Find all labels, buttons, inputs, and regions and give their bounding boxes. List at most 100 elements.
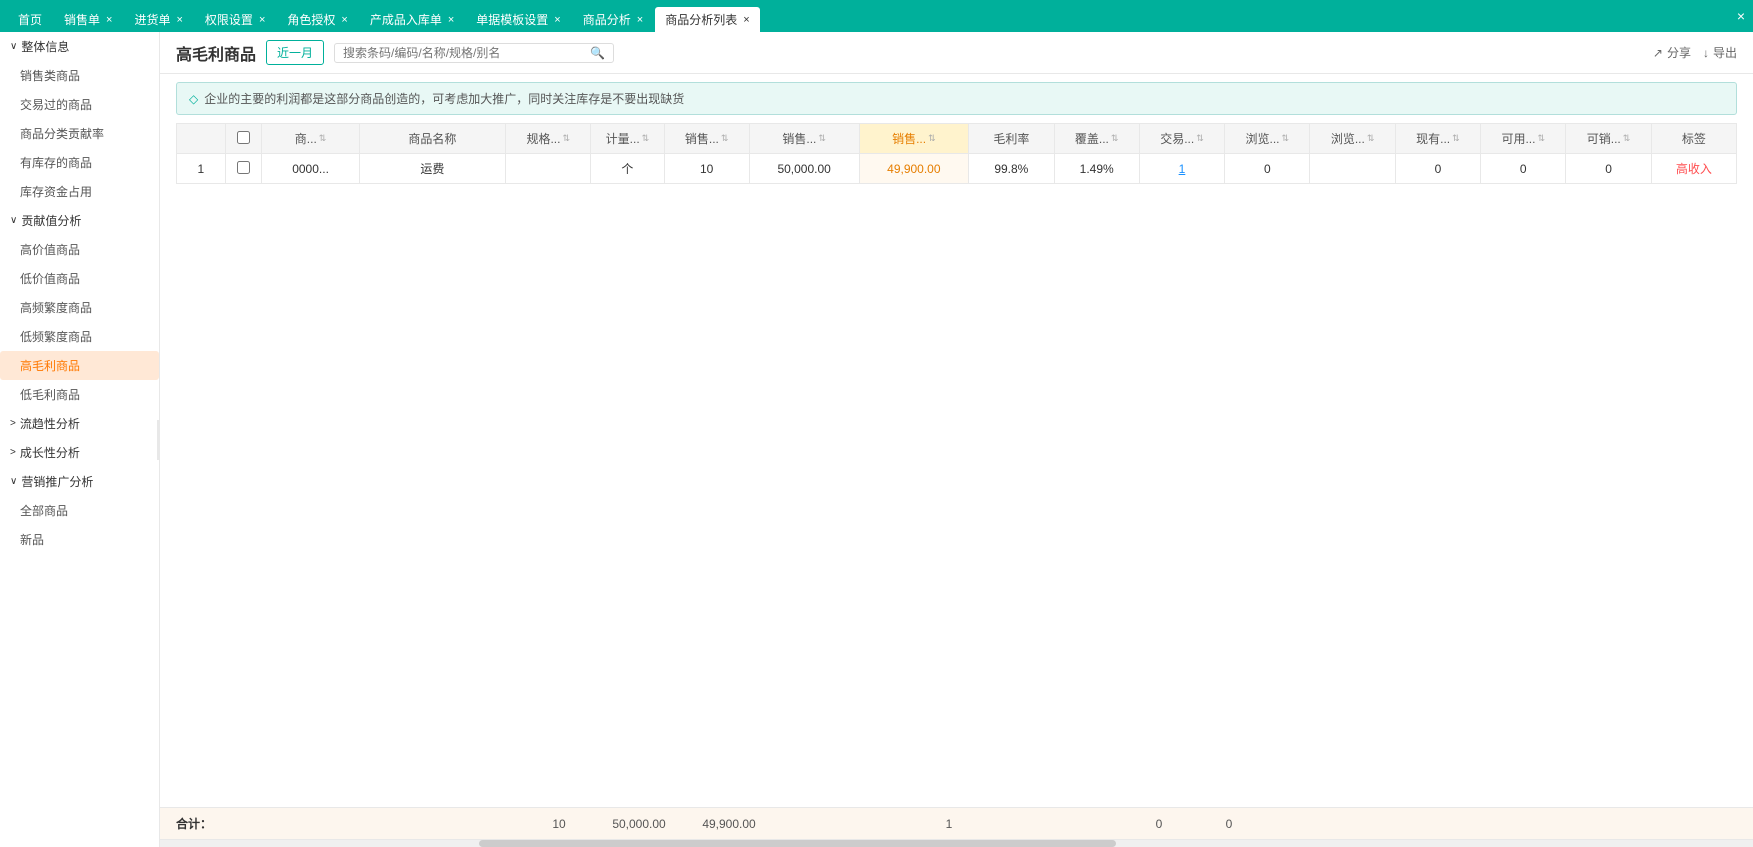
nav-tab-close-role-permissions[interactable]: × xyxy=(341,14,347,26)
col-header-unit[interactable]: 计量...⇅ xyxy=(591,124,664,154)
time-filter-button[interactable]: 近一月 xyxy=(266,40,324,65)
cell-checkbox[interactable] xyxy=(225,154,262,184)
sidebar-item-new-goods[interactable]: 新品 xyxy=(0,525,159,554)
sidebar-group-title-overall-info[interactable]: ∨整体信息 xyxy=(0,32,159,61)
footer-available: 0 xyxy=(1194,817,1264,831)
sidebar-item-goods-contrib-rate[interactable]: 商品分类贡献率 xyxy=(0,119,159,148)
col-header-transactions[interactable]: 交易...⇅ xyxy=(1139,124,1224,154)
footer-gross-margin xyxy=(774,817,844,831)
sidebar-group-title-trend-analysis[interactable]: >流趋性分析 xyxy=(0,409,159,438)
sort-icon-available[interactable]: ⇅ xyxy=(1537,133,1545,144)
top-nav: 首页销售单×进货单×权限设置×角色授权×产成品入库单×单据模板设置×商品分析×商… xyxy=(0,0,1753,32)
nav-tab-role-permissions[interactable]: 角色授权× xyxy=(277,7,357,32)
col-header-gross-margin: 毛利率 xyxy=(969,124,1054,154)
sort-icon-spec[interactable]: ⇅ xyxy=(562,133,570,144)
bottom-scrollbar[interactable] xyxy=(160,839,1753,847)
sidebar-group-label-marketing-analysis: 营销推广分析 xyxy=(21,473,93,490)
sidebar-collapse-btn[interactable]: « xyxy=(157,420,160,460)
nav-tab-close-product-analysis-list[interactable]: × xyxy=(743,14,749,26)
sidebar-item-high-freq-goods[interactable]: 高频繁度商品 xyxy=(0,293,159,322)
sort-icon-transactions[interactable]: ⇅ xyxy=(1196,133,1204,144)
cell-goods-name: 运费 xyxy=(359,154,505,184)
search-icon[interactable]: 🔍 xyxy=(590,46,605,60)
col-header-spec[interactable]: 规格...⇅ xyxy=(506,124,591,154)
sort-icon-unit[interactable]: ⇅ xyxy=(642,133,650,144)
col-header-goods-code[interactable]: 商...⇅ xyxy=(262,124,360,154)
nav-tab-product-import[interactable]: 产成品入库单× xyxy=(360,7,464,32)
sidebar-group-title-growth-analysis[interactable]: >成长性分析 xyxy=(0,438,159,467)
search-input[interactable] xyxy=(343,46,586,60)
nav-tab-close-permission-settings[interactable]: × xyxy=(259,14,265,26)
window-close-btn[interactable]: × xyxy=(1737,8,1745,24)
col-header-sales-qty[interactable]: 销售...⇅ xyxy=(664,124,749,154)
nav-tab-product-analysis-list[interactable]: 商品分析列表× xyxy=(655,7,759,32)
sidebar-item-high-value-goods[interactable]: 高价值商品 xyxy=(0,235,159,264)
nav-tab-product-analysis[interactable]: 商品分析× xyxy=(573,7,653,32)
sidebar-item-inventory-funds[interactable]: 库存资金占用 xyxy=(0,177,159,206)
sidebar-group-overall-info: ∨整体信息销售类商品交易过的商品商品分类贡献率有库存的商品库存资金占用 xyxy=(0,32,159,206)
sort-icon-sales-cost[interactable]: ⇅ xyxy=(928,133,936,144)
sidebar-item-traded-goods[interactable]: 交易过的商品 xyxy=(0,90,159,119)
sidebar-item-low-freq-goods[interactable]: 低频繁度商品 xyxy=(0,322,159,351)
col-header-sales-cost[interactable]: 销售...⇅ xyxy=(859,124,969,154)
cell-spec xyxy=(506,154,591,184)
nav-tab-sales-order[interactable]: 销售单× xyxy=(54,7,122,32)
col-header-available[interactable]: 可用...⇅ xyxy=(1481,124,1566,154)
sort-icon-current-stock[interactable]: ⇅ xyxy=(1452,133,1460,144)
select-all-checkbox[interactable] xyxy=(237,131,250,144)
col-header-browse1[interactable]: 浏览...⇅ xyxy=(1225,124,1310,154)
table-container[interactable]: 商...⇅商品名称规格...⇅计量...⇅销售...⇅销售...⇅销售...⇅毛… xyxy=(160,123,1753,807)
col-header-coverage[interactable]: 覆盖...⇅ xyxy=(1054,124,1139,154)
footer-current-stock: 0 xyxy=(1124,817,1194,831)
col-header-sellable[interactable]: 可销...⇅ xyxy=(1566,124,1651,154)
sidebar-group-arrow-marketing-analysis: ∨ xyxy=(10,476,17,487)
nav-tab-close-product-import[interactable]: × xyxy=(448,14,454,26)
sort-icon-browse2[interactable]: ⇅ xyxy=(1367,133,1375,144)
footer-sales-qty: 10 xyxy=(524,817,594,831)
footer-browse1 xyxy=(984,817,1054,831)
sort-icon-coverage[interactable]: ⇅ xyxy=(1111,133,1119,144)
nav-tab-close-form-template[interactable]: × xyxy=(554,14,560,26)
row-checkbox[interactable] xyxy=(237,161,250,174)
sort-icon-goods-code[interactable]: ⇅ xyxy=(319,133,327,144)
content-area: 高毛利商品 近一月 🔍 ↗ 分享 ↓ 导出 ◇ 企业的主要的利润都是这部分商品创… xyxy=(160,32,1753,847)
nav-tab-import-order[interactable]: 进货单× xyxy=(124,7,192,32)
col-header-tag: 标签 xyxy=(1651,124,1736,154)
sidebar-item-high-margin-goods[interactable]: 高毛利商品 xyxy=(0,351,159,380)
sidebar-group-trend-analysis: >流趋性分析 xyxy=(0,409,159,438)
col-header-current-stock[interactable]: 现有...⇅ xyxy=(1395,124,1480,154)
sort-icon-sales-qty[interactable]: ⇅ xyxy=(721,133,729,144)
sort-icon-browse1[interactable]: ⇅ xyxy=(1282,133,1290,144)
nav-tab-permission-settings[interactable]: 权限设置× xyxy=(195,7,275,32)
nav-tab-close-sales-order[interactable]: × xyxy=(106,14,112,26)
sidebar-item-low-value-goods[interactable]: 低价值商品 xyxy=(0,264,159,293)
sidebar-group-marketing-analysis: ∨ 营销推广分析全部商品新品 xyxy=(0,467,159,554)
nav-tab-form-template[interactable]: 单据模板设置× xyxy=(466,7,570,32)
table-row[interactable]: 10000...运费个1050,000.0049,900.0099.8%1.49… xyxy=(177,154,1737,184)
sidebar-item-low-margin-goods[interactable]: 低毛利商品 xyxy=(0,380,159,409)
sidebar-item-stocked-goods[interactable]: 有库存的商品 xyxy=(0,148,159,177)
nav-tab-home[interactable]: 首页 xyxy=(8,7,52,32)
col-header-browse2[interactable]: 浏览...⇅ xyxy=(1310,124,1395,154)
cell-goods-code: 0000... xyxy=(262,154,360,184)
cell-coverage: 1.49% xyxy=(1054,154,1139,184)
share-button[interactable]: ↗ 分享 xyxy=(1653,44,1691,61)
sort-icon-sales-amount[interactable]: ⇅ xyxy=(818,133,826,144)
cell-transactions[interactable]: 1 xyxy=(1139,154,1224,184)
export-button[interactable]: ↓ 导出 xyxy=(1703,44,1737,61)
sidebar-item-sales-goods[interactable]: 销售类商品 xyxy=(0,61,159,90)
footer-sales-cost: 49,900.00 xyxy=(684,817,774,831)
sidebar-group-title-marketing-analysis[interactable]: ∨ 营销推广分析 xyxy=(0,467,159,496)
cell-link-transactions[interactable]: 1 xyxy=(1179,162,1186,176)
col-header-sales-amount[interactable]: 销售...⇅ xyxy=(749,124,859,154)
sidebar-group-label-overall-info: 整体信息 xyxy=(21,38,69,55)
sidebar-item-all-goods[interactable]: 全部商品 xyxy=(0,496,159,525)
sidebar: « ∨整体信息销售类商品交易过的商品商品分类贡献率有库存的商品库存资金占用∨贡献… xyxy=(0,32,160,847)
nav-tab-close-import-order[interactable]: × xyxy=(176,14,182,26)
sidebar-group-label-trend-analysis: 流趋性分析 xyxy=(20,415,80,432)
footer-cells: 10 50,000.00 49,900.00 1 0 0 xyxy=(232,817,1737,831)
sort-icon-sellable[interactable]: ⇅ xyxy=(1623,133,1631,144)
content-header: 高毛利商品 近一月 🔍 ↗ 分享 ↓ 导出 xyxy=(160,32,1753,74)
nav-tab-close-product-analysis[interactable]: × xyxy=(637,14,643,26)
sidebar-group-title-financial-analysis[interactable]: ∨贡献值分析 xyxy=(0,206,159,235)
